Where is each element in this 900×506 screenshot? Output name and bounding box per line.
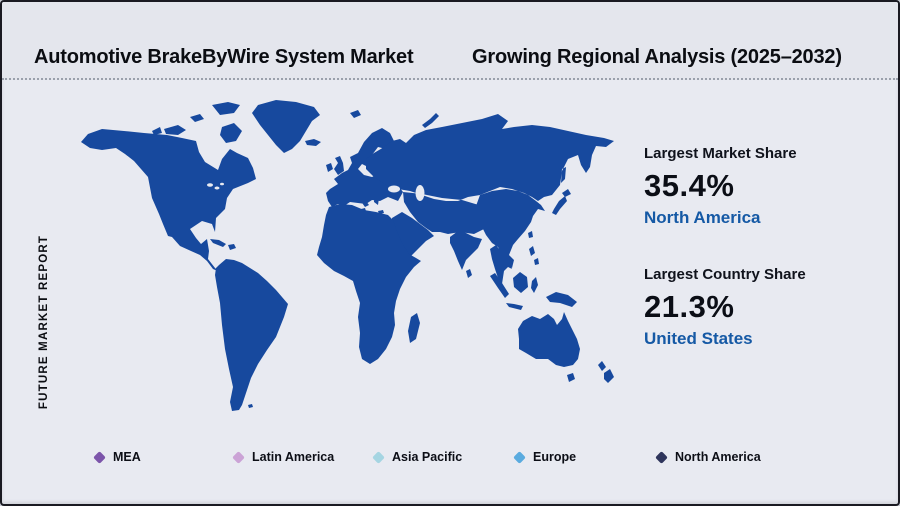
great-lake	[214, 186, 220, 190]
landmass-south-america	[215, 259, 288, 411]
legend-item-asia-pacific: Asia Pacific	[372, 449, 463, 465]
stat-label: Largest Market Share	[644, 145, 797, 162]
stat-region: United States	[644, 329, 753, 348]
world-map	[81, 100, 614, 411]
stat-label: Largest Country Share	[644, 266, 806, 283]
stat-block-market-share: Largest Market Share 35.4% North America	[644, 146, 894, 226]
legend-label-latin-america: Latin America	[252, 450, 335, 464]
legend-item-mea: MEA	[93, 449, 141, 465]
page-title: Automotive BrakeByWire System Market	[34, 46, 414, 68]
header: Automotive BrakeByWire System Market Gro…	[2, 2, 898, 80]
legend-label-europe: Europe	[533, 450, 577, 464]
landmass-oceania	[490, 272, 614, 383]
great-lake	[220, 182, 224, 186]
caspian-sea	[415, 185, 425, 201]
infographic-root: Automotive BrakeByWire System Market Gro…	[0, 0, 900, 506]
legend-dot-mea	[93, 450, 106, 464]
page-subtitle: Growing Regional Analysis (2025–2032)	[472, 46, 842, 68]
legend-label-mea: MEA	[113, 450, 141, 464]
legend-item-europe: Europe	[513, 449, 577, 465]
stat-value: 35.4%	[644, 168, 735, 203]
legend-item-latin-america: Latin America	[232, 449, 335, 465]
legend: MEA Latin America Asia Pacific Europe No…	[2, 449, 898, 467]
legend-dot-europe	[513, 450, 526, 464]
landmass-north-america	[81, 100, 320, 272]
stat-value: 21.3%	[644, 289, 735, 324]
black-sea	[388, 185, 400, 193]
stat-region: North America	[644, 208, 761, 227]
legend-item-north-america: North America	[655, 449, 761, 465]
legend-label-north-america: North America	[675, 450, 761, 464]
legend-dot-latin-america	[232, 450, 245, 464]
legend-label-asia-pacific: Asia Pacific	[392, 450, 463, 464]
stat-block-country-share: Largest Country Share 21.3% United State…	[644, 267, 894, 347]
legend-dot-asia-pacific	[372, 450, 385, 464]
legend-dot-north-america	[655, 450, 668, 464]
brand-vertical-label: FUTURE MARKET REPORT	[38, 234, 50, 410]
great-lake	[207, 183, 213, 187]
